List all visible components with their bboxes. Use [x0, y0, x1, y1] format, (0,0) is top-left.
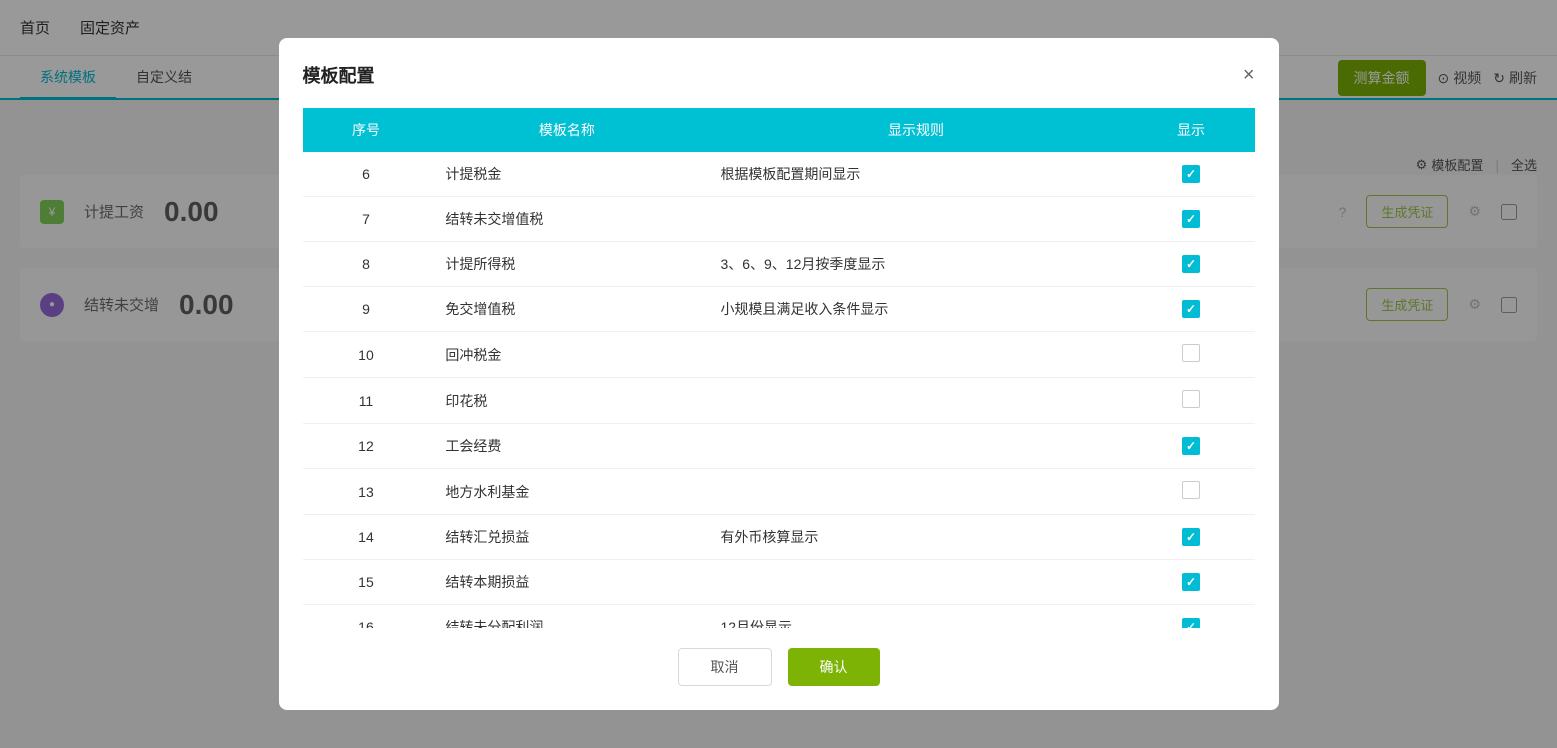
cell-id: 12 — [303, 424, 430, 469]
cell-id: 14 — [303, 515, 430, 560]
cell-rule — [704, 378, 1127, 424]
cell-name: 地方水利基金 — [429, 469, 704, 515]
cell-name: 计提所得税 — [429, 242, 704, 287]
row-checkbox[interactable] — [1182, 437, 1200, 455]
table-row: 7结转未交增值税 — [303, 197, 1255, 242]
confirm-button[interactable]: 确认 — [788, 648, 880, 686]
table-row: 12工会经费 — [303, 424, 1255, 469]
cell-checkbox[interactable] — [1128, 515, 1255, 560]
row-checkbox[interactable] — [1182, 344, 1200, 362]
row-checkbox[interactable] — [1182, 255, 1200, 273]
cell-name: 免交增值税 — [429, 287, 704, 332]
cell-id: 9 — [303, 287, 430, 332]
cell-rule — [704, 424, 1127, 469]
row-checkbox[interactable] — [1182, 300, 1200, 318]
cell-rule: 有外币核算显示 — [704, 515, 1127, 560]
cell-id: 6 — [303, 152, 430, 197]
cell-id: 10 — [303, 332, 430, 378]
cell-name: 工会经费 — [429, 424, 704, 469]
cell-checkbox[interactable] — [1128, 560, 1255, 605]
col-display: 显示 — [1128, 108, 1255, 152]
cell-checkbox[interactable] — [1128, 469, 1255, 515]
cell-id: 13 — [303, 469, 430, 515]
cell-checkbox[interactable] — [1128, 332, 1255, 378]
cell-rule — [704, 560, 1127, 605]
row-checkbox[interactable] — [1182, 573, 1200, 591]
modal-title: 模板配置 — [303, 62, 375, 88]
cell-checkbox[interactable] — [1128, 424, 1255, 469]
cell-rule — [704, 197, 1127, 242]
cell-id: 7 — [303, 197, 430, 242]
cell-id: 11 — [303, 378, 430, 424]
cell-checkbox[interactable] — [1128, 242, 1255, 287]
col-name: 模板名称 — [429, 108, 704, 152]
modal-close-button[interactable]: × — [1243, 65, 1255, 85]
row-checkbox[interactable] — [1182, 390, 1200, 408]
table-row: 14结转汇兑损益有外币核算显示 — [303, 515, 1255, 560]
table-wrapper: 序号 模板名称 显示规则 显示 6计提税金根据模板配置期间显示7结转未交增值税8… — [303, 108, 1255, 628]
cell-id: 15 — [303, 560, 430, 605]
col-id: 序号 — [303, 108, 430, 152]
cell-rule — [704, 332, 1127, 378]
cell-name: 印花税 — [429, 378, 704, 424]
config-table: 序号 模板名称 显示规则 显示 6计提税金根据模板配置期间显示7结转未交增值税8… — [303, 108, 1255, 628]
cell-rule: 小规模且满足收入条件显示 — [704, 287, 1127, 332]
cell-rule: 3、6、9、12月按季度显示 — [704, 242, 1127, 287]
cell-name: 结转本期损益 — [429, 560, 704, 605]
row-checkbox[interactable] — [1182, 618, 1200, 628]
table-row: 6计提税金根据模板配置期间显示 — [303, 152, 1255, 197]
table-row: 13地方水利基金 — [303, 469, 1255, 515]
modal-overlay: 模板配置 × 序号 模板名称 显示规则 显示 6计提税金根据模板配置期间显示7结… — [0, 0, 1557, 748]
cell-id: 16 — [303, 605, 430, 629]
table-header: 序号 模板名称 显示规则 显示 — [303, 108, 1255, 152]
table-row: 9免交增值税小规模且满足收入条件显示 — [303, 287, 1255, 332]
cell-checkbox[interactable] — [1128, 287, 1255, 332]
cell-rule: 根据模板配置期间显示 — [704, 152, 1127, 197]
cell-checkbox[interactable] — [1128, 197, 1255, 242]
col-rule: 显示规则 — [704, 108, 1127, 152]
cell-checkbox[interactable] — [1128, 378, 1255, 424]
modal-template-config: 模板配置 × 序号 模板名称 显示规则 显示 6计提税金根据模板配置期间显示7结… — [279, 38, 1279, 710]
table-body: 6计提税金根据模板配置期间显示7结转未交增值税8计提所得税3、6、9、12月按季… — [303, 152, 1255, 628]
cell-checkbox[interactable] — [1128, 605, 1255, 629]
row-checkbox[interactable] — [1182, 165, 1200, 183]
cell-name: 结转未交增值税 — [429, 197, 704, 242]
table-row: 10回冲税金 — [303, 332, 1255, 378]
modal-header: 模板配置 × — [303, 62, 1255, 88]
cell-name: 计提税金 — [429, 152, 704, 197]
table-row: 8计提所得税3、6、9、12月按季度显示 — [303, 242, 1255, 287]
cell-id: 8 — [303, 242, 430, 287]
row-checkbox[interactable] — [1182, 481, 1200, 499]
table-row: 15结转本期损益 — [303, 560, 1255, 605]
cell-name: 结转未分配利润 — [429, 605, 704, 629]
modal-footer: 取消 确认 — [303, 648, 1255, 686]
table-row: 16结转未分配利润12月份显示 — [303, 605, 1255, 629]
cell-rule — [704, 469, 1127, 515]
row-checkbox[interactable] — [1182, 210, 1200, 228]
cancel-button[interactable]: 取消 — [678, 648, 772, 686]
table-row: 11印花税 — [303, 378, 1255, 424]
cell-name: 回冲税金 — [429, 332, 704, 378]
cell-checkbox[interactable] — [1128, 152, 1255, 197]
cell-rule: 12月份显示 — [704, 605, 1127, 629]
row-checkbox[interactable] — [1182, 528, 1200, 546]
cell-name: 结转汇兑损益 — [429, 515, 704, 560]
